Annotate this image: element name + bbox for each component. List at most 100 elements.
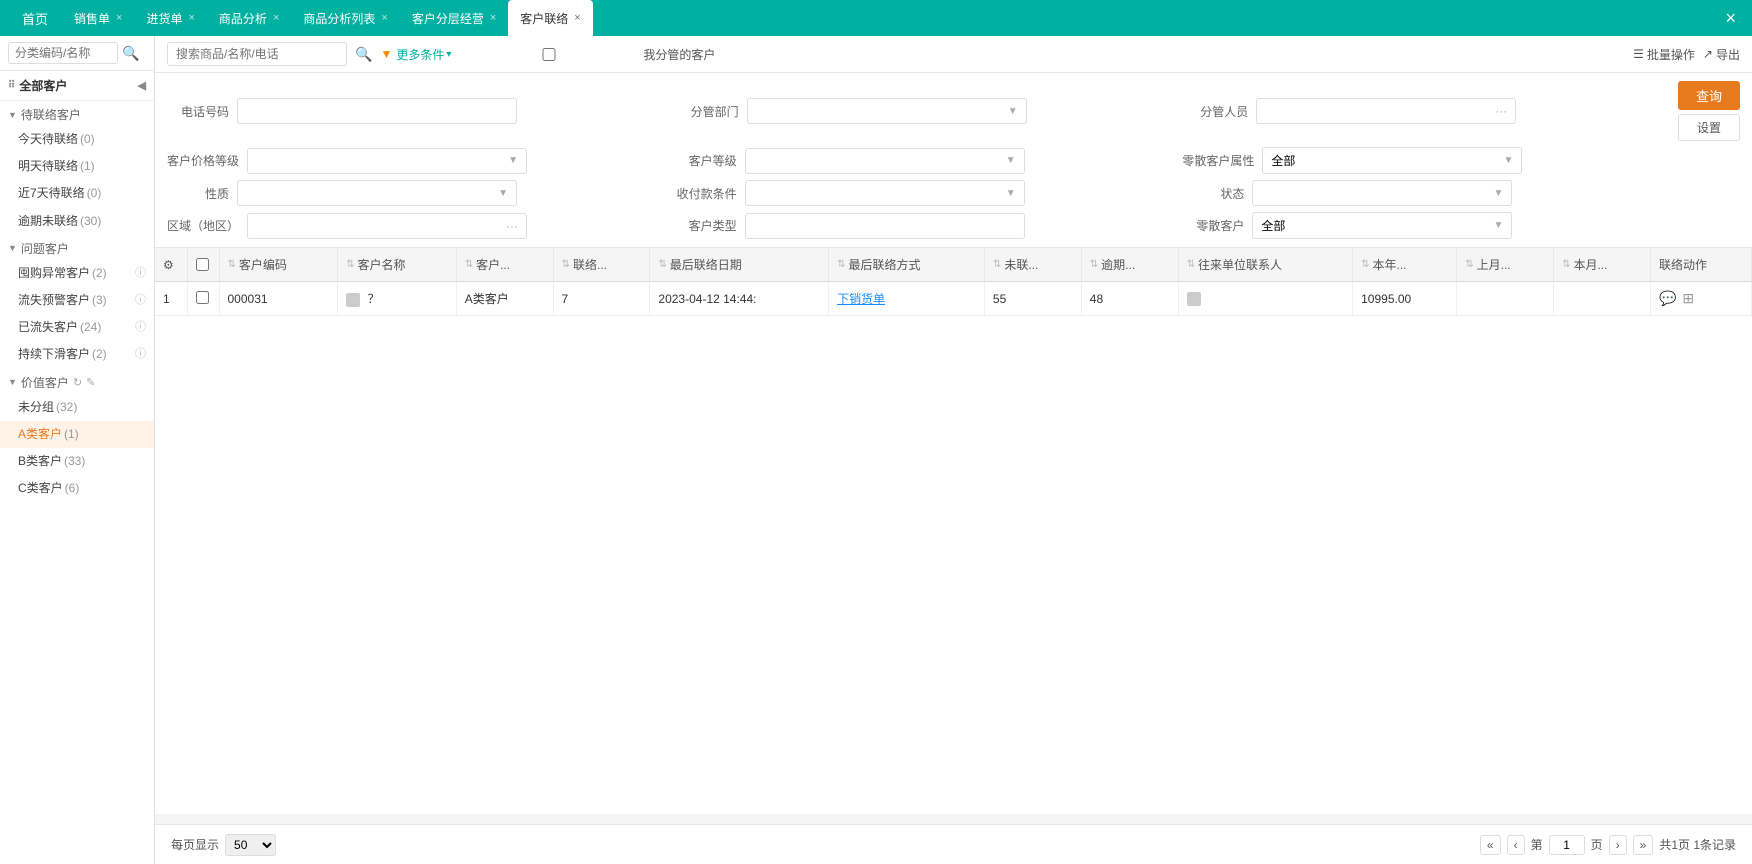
close-all-btn[interactable]: × (1717, 8, 1744, 29)
group-value-customers[interactable]: ▼ 价值客户 ↻ ✎ (0, 369, 154, 394)
customer-type-input[interactable] (745, 213, 1025, 239)
sidebar-item-churn-warning[interactable]: 流失预警客户 (3) ⓘ (0, 287, 154, 314)
settings-icon[interactable]: ⚙ (163, 258, 174, 272)
my-customers-checkbox[interactable]: 我分管的客户 (459, 46, 715, 63)
cell-type: A类客户 (456, 282, 553, 316)
phone-input[interactable] (237, 98, 517, 124)
cell-last-contact-method[interactable]: 下销货单 (829, 282, 985, 316)
batch-ops-btn[interactable]: ☰ 批量操作 (1633, 46, 1695, 63)
per-page-select[interactable]: 50 20 100 (225, 834, 276, 856)
sidebar-item-declining[interactable]: 持续下滑客户 (2) ⓘ (0, 341, 154, 368)
nav-tab-contact[interactable]: 客户联络 × (508, 0, 592, 36)
dept-select[interactable]: ▼ (747, 98, 1027, 124)
nature-select[interactable]: ▼ (237, 180, 517, 206)
payment-select[interactable]: ▼ (745, 180, 1025, 206)
col-this-year[interactable]: ⇅ 本年... (1353, 248, 1457, 282)
col-code[interactable]: ⇅ 客户编码 (219, 248, 338, 282)
more-filters-btn[interactable]: ▼ 更多条件 ▾ (380, 46, 451, 63)
sidebar-item-today[interactable]: 今天待联络 (0) (0, 126, 154, 153)
col-this-month[interactable]: ⇅ 本月... (1554, 248, 1651, 282)
nav-tab-analysis[interactable]: 商品分析 × (207, 0, 291, 36)
nav-tab-purchase[interactable]: 进货单 × (134, 0, 206, 36)
close-tab-sales[interactable]: × (116, 12, 122, 24)
table-row: 1 000031 ？ A类客户 7 2023-04-12 14:44: (155, 282, 1752, 316)
sidebar-item-c-class[interactable]: C类客户 (6) (0, 475, 154, 502)
col-contact-count[interactable]: ⇅ 联络... (553, 248, 650, 282)
col-name[interactable]: ⇅ 客户名称 (338, 248, 457, 282)
prev-page-btn[interactable]: ‹ (1507, 835, 1525, 855)
close-tab-analysis-list[interactable]: × (381, 12, 387, 24)
search-input[interactable] (167, 42, 347, 66)
col-settings[interactable]: ⚙ (155, 248, 187, 282)
col-last-contact-date[interactable]: ⇅ 最后联络日期 (650, 248, 829, 282)
all-customers-header[interactable]: ⠿ 全部客户 ◀ (0, 71, 154, 101)
close-tab-purchase[interactable]: × (188, 12, 194, 24)
col-last-contact-method[interactable]: ⇅ 最后联络方式 (829, 248, 985, 282)
region-input[interactable]: ··· (247, 213, 527, 239)
sort-icon8: ⇅ (1090, 259, 1098, 270)
group-pending-contact[interactable]: ▼ 待联络客户 (0, 101, 154, 126)
sidebar-search-input[interactable] (8, 42, 118, 64)
price-level-select[interactable]: ▼ (247, 148, 527, 174)
dept-arrow-icon: ▼ (1008, 106, 1018, 117)
close-tab-analysis[interactable]: × (273, 12, 279, 24)
col-checkbox[interactable] (187, 248, 219, 282)
qr-icon[interactable]: ⊞ (1682, 290, 1694, 307)
nature-arrow-icon: ▼ (498, 188, 508, 199)
sidebar: 🔍 ⠿ 全部客户 ◀ ▼ 待联络客户 今天待联络 (0) 明天待联络 (1) 近… (0, 36, 155, 864)
col-contact-person[interactable]: ⇅ 往来单位联系人 (1178, 248, 1352, 282)
last-page-btn[interactable]: » (1633, 835, 1654, 855)
chat-icon[interactable]: 💬 (1659, 290, 1676, 307)
close-tab-segment[interactable]: × (490, 12, 496, 24)
manager-input[interactable]: ··· (1256, 98, 1516, 124)
field-manager: 分管人员 ··· (1156, 98, 1666, 124)
sidebar-item-unclassified[interactable]: 未分组 (32) (0, 394, 154, 421)
row-checkbox[interactable] (196, 291, 209, 304)
filter-row-1: 电话号码 分管部门 ▼ 分管人员 ··· (167, 81, 1740, 141)
status-arrow-icon: ▼ (1493, 188, 1503, 199)
edit-icon[interactable]: ✎ (86, 376, 95, 389)
per-page-area: 每页显示 50 20 100 (171, 834, 276, 856)
close-tab-contact[interactable]: × (574, 12, 580, 24)
first-page-btn[interactable]: « (1480, 835, 1501, 855)
nav-tab-analysis-list[interactable]: 商品分析列表 × (291, 0, 399, 36)
sort-icon12: ⇅ (1562, 259, 1570, 270)
cell-checkbox[interactable] (187, 282, 219, 316)
field-payment: 收付款条件 ▼ (645, 180, 1153, 206)
sidebar-item-b-class[interactable]: B类客户 (33) (0, 448, 154, 475)
next-page-btn[interactable]: › (1609, 835, 1627, 855)
scatter-customer-arrow-icon: ▼ (1493, 220, 1503, 231)
my-customers-check[interactable] (459, 48, 639, 61)
settings-button[interactable]: 设置 (1678, 114, 1740, 141)
contact-color-tag (1187, 292, 1201, 306)
col-not-contacted[interactable]: ⇅ 未联... (984, 248, 1081, 282)
sidebar-search-icon[interactable]: 🔍 (122, 45, 139, 62)
export-btn[interactable]: ↗ 导出 (1703, 46, 1740, 63)
nav-home[interactable]: 首页 (8, 9, 62, 28)
collapse-icon[interactable]: ◀ (138, 79, 146, 92)
query-button[interactable]: 查询 (1678, 81, 1740, 110)
filter-search-icon[interactable]: 🔍 (355, 46, 372, 63)
sidebar-item-churned[interactable]: 已流失客户 (24) ⓘ (0, 314, 154, 341)
horizontal-scrollbar[interactable] (155, 814, 1752, 824)
nav-tab-segment[interactable]: 客户分层经营 × (400, 0, 508, 36)
field-nature: 性质 ▼ (167, 180, 645, 206)
group-problem-customers[interactable]: ▼ 问题客户 (0, 235, 154, 260)
sidebar-item-a-class[interactable]: A类客户 (1) (0, 421, 154, 448)
sidebar-item-7days[interactable]: 近7天待联络 (0) (0, 180, 154, 207)
col-last-month[interactable]: ⇅ 上月... (1457, 248, 1554, 282)
sidebar-item-overdue[interactable]: 逾期未联络 (30) (0, 208, 154, 235)
refresh-icon[interactable]: ↻ (73, 376, 82, 389)
page-number-input[interactable] (1549, 835, 1585, 855)
scatter-attr-select[interactable]: 全部 ▼ (1262, 147, 1522, 174)
select-all-checkbox[interactable] (196, 258, 209, 271)
nav-tab-sales[interactable]: 销售单 × (62, 0, 134, 36)
sidebar-item-abnormal[interactable]: 囤购异常客户 (2) ⓘ (0, 260, 154, 287)
col-type[interactable]: ⇅ 客户... (456, 248, 553, 282)
status-select[interactable]: ▼ (1252, 180, 1512, 206)
customer-level-select[interactable]: ▼ (745, 148, 1025, 174)
scatter-customer-select[interactable]: 全部 ▼ (1252, 212, 1512, 239)
col-overdue[interactable]: ⇅ 逾期... (1081, 248, 1178, 282)
sidebar-item-tomorrow[interactable]: 明天待联络 (1) (0, 153, 154, 180)
adv-filter-panel: 电话号码 分管部门 ▼ 分管人员 ··· (155, 73, 1752, 248)
